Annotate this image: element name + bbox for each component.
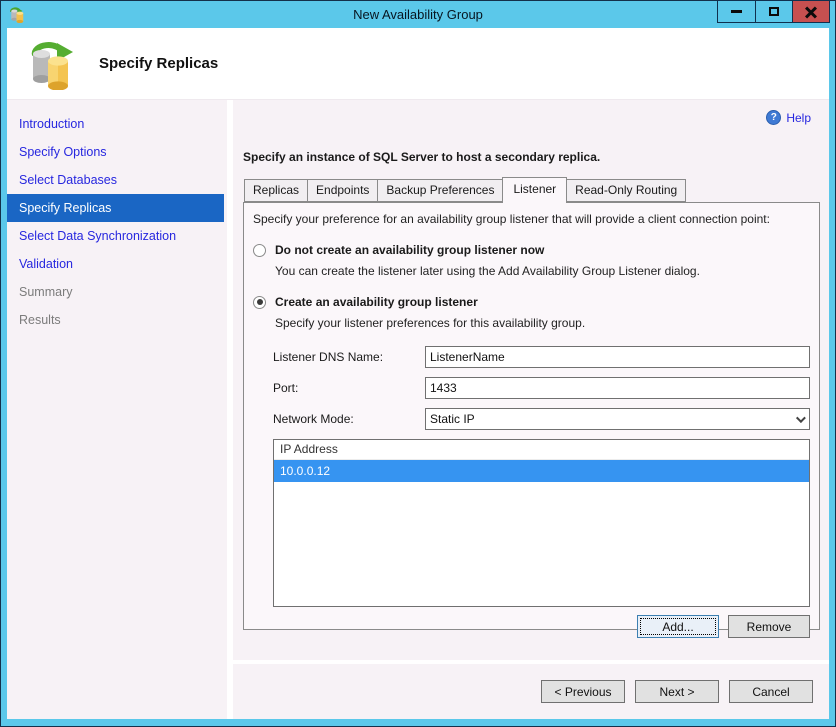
- radio-create-listener-label: Create an availability group listener: [275, 295, 478, 309]
- tab-read-only-routing[interactable]: Read-Only Routing: [567, 179, 687, 202]
- footer: < Previous Next > Cancel: [233, 664, 829, 719]
- chevron-down-icon: [795, 412, 806, 423]
- titlebar: New Availability Group: [7, 0, 830, 28]
- radio-row-create-listener[interactable]: Create an availability group listener: [253, 295, 810, 309]
- close-icon: [805, 6, 817, 18]
- sidebar-item-summary: Summary: [19, 285, 73, 299]
- minimize-button[interactable]: [718, 1, 755, 22]
- next-button[interactable]: Next >: [635, 680, 719, 703]
- radio-no-listener-description: You can create the listener later using …: [275, 264, 700, 278]
- radio-no-listener-label: Do not create an availability group list…: [275, 243, 545, 257]
- port-label: Port:: [273, 381, 299, 395]
- main-column: ? Help Specify an instance of SQL Server…: [233, 100, 829, 719]
- ip-address-column-header: IP Address: [274, 440, 809, 460]
- sidebar-item-specify-replicas[interactable]: Specify Replicas: [7, 194, 224, 222]
- help-icon: ?: [766, 110, 782, 125]
- radio-row-no-listener[interactable]: Do not create an availability group list…: [253, 243, 810, 257]
- maximize-button[interactable]: [755, 1, 792, 22]
- remove-button[interactable]: Remove: [728, 615, 810, 638]
- close-button[interactable]: [792, 1, 829, 22]
- port-input[interactable]: [425, 377, 810, 399]
- wizard-header: Specify Replicas: [7, 28, 829, 100]
- radio-create-listener[interactable]: [253, 295, 266, 309]
- instruction-text: Specify an instance of SQL Server to hos…: [243, 150, 601, 164]
- wizard-steps-sidebar: Introduction Specify Options Select Data…: [7, 100, 227, 719]
- dns-name-input[interactable]: [425, 346, 810, 368]
- dns-name-row: Listener DNS Name:: [273, 346, 810, 368]
- new-availability-group-window: New Availability Group Specify Replicas: [0, 0, 836, 727]
- listener-preference-text: Specify your preference for an availabil…: [253, 212, 770, 226]
- ip-address-row[interactable]: 10.0.0.12: [274, 460, 809, 482]
- radio-create-listener-description: Specify your listener preferences for th…: [275, 316, 586, 330]
- dialog-client-area: Specify Replicas Introduction Specify Op…: [7, 28, 829, 719]
- cancel-button[interactable]: Cancel: [729, 680, 813, 703]
- help-label: Help: [786, 110, 811, 125]
- ip-address-list[interactable]: IP Address 10.0.0.12: [273, 439, 810, 607]
- listener-tab-panel: Specify your preference for an availabil…: [243, 202, 820, 638]
- maximize-icon: [769, 7, 779, 16]
- tab-listener[interactable]: Listener: [502, 177, 568, 203]
- radio-no-listener[interactable]: [253, 243, 266, 257]
- window-title: New Availability Group: [353, 7, 483, 22]
- sidebar-item-specify-options[interactable]: Specify Options: [7, 138, 227, 166]
- wizard-body: Introduction Specify Options Select Data…: [7, 100, 829, 719]
- port-row: Port:: [273, 377, 810, 399]
- listener-form: Listener DNS Name: Port: Network Mode:: [273, 346, 810, 430]
- page-title: Specify Replicas: [99, 55, 219, 72]
- main-panel: ? Help Specify an instance of SQL Server…: [233, 100, 829, 660]
- tab-replicas[interactable]: Replicas: [244, 179, 309, 202]
- ip-list-buttons: Add... Remove: [253, 615, 810, 638]
- sidebar-item-select-data-synchronization[interactable]: Select Data Synchronization: [7, 222, 227, 250]
- sidebar-item-select-databases[interactable]: Select Databases: [7, 166, 227, 194]
- tab-backup-preferences[interactable]: Backup Preferences: [378, 179, 504, 202]
- tab-endpoints[interactable]: Endpoints: [308, 179, 379, 202]
- network-mode-label: Network Mode:: [273, 412, 354, 426]
- sidebar-item-results: Results: [19, 313, 61, 327]
- help-link[interactable]: ? Help: [766, 110, 811, 125]
- sidebar-item-introduction[interactable]: Introduction: [7, 110, 227, 138]
- add-button[interactable]: Add...: [637, 615, 719, 638]
- network-mode-row: Network Mode: Static IP: [273, 408, 810, 430]
- network-mode-select[interactable]: Static IP: [425, 408, 810, 430]
- previous-button[interactable]: < Previous: [541, 680, 625, 703]
- tab-strip: Replicas Endpoints Backup Preferences Li…: [243, 177, 820, 203]
- dns-name-label: Listener DNS Name:: [273, 350, 384, 364]
- network-mode-value: Static IP: [430, 412, 475, 426]
- database-sync-icon: [31, 41, 73, 90]
- minimize-icon: [731, 10, 742, 13]
- window-controls: [717, 0, 830, 23]
- sidebar-item-validation[interactable]: Validation: [7, 250, 227, 278]
